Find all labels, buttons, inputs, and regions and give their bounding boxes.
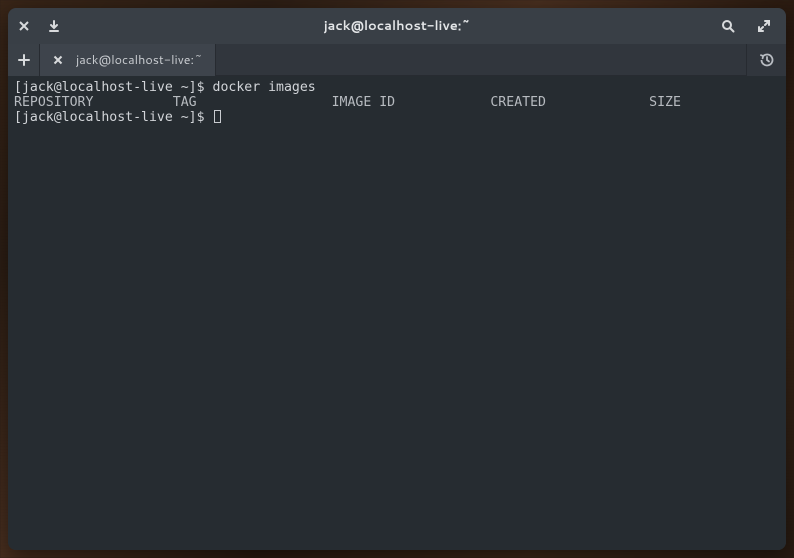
tab-label: jack@localhost-live:~ [76, 51, 203, 69]
table-header-line: REPOSITORY TAG IMAGE ID CREATED SIZE [14, 95, 780, 110]
titlebar-right-controls [698, 18, 778, 34]
close-icon[interactable] [16, 18, 32, 34]
history-button[interactable] [746, 44, 786, 76]
titlebar-left-controls [16, 18, 96, 34]
download-icon[interactable] [46, 18, 62, 34]
tab-bar: jack@localhost-live:~ [8, 44, 786, 76]
terminal-window: jack@localhost-live:~ jack@localhost-liv… [8, 8, 786, 550]
cursor [214, 110, 221, 123]
maximize-icon[interactable] [756, 18, 772, 34]
new-tab-button[interactable] [8, 44, 40, 76]
terminal-output[interactable]: [jack@localhost-live ~]$ docker imagesRE… [8, 76, 786, 550]
window-title: jack@localhost-live:~ [96, 17, 698, 35]
command-text: docker images [213, 80, 316, 95]
prompt-text: [jack@localhost-live ~]$ [14, 80, 213, 95]
tab-spacer [216, 44, 746, 76]
titlebar[interactable]: jack@localhost-live:~ [8, 8, 786, 44]
prompt-text: [jack@localhost-live ~]$ [14, 110, 213, 125]
terminal-current-line: [jack@localhost-live ~]$ [14, 110, 780, 125]
close-icon[interactable] [50, 52, 66, 68]
search-icon[interactable] [720, 18, 736, 34]
terminal-line: [jack@localhost-live ~]$ docker images [14, 80, 780, 95]
tab-terminal-1[interactable]: jack@localhost-live:~ [40, 44, 216, 76]
